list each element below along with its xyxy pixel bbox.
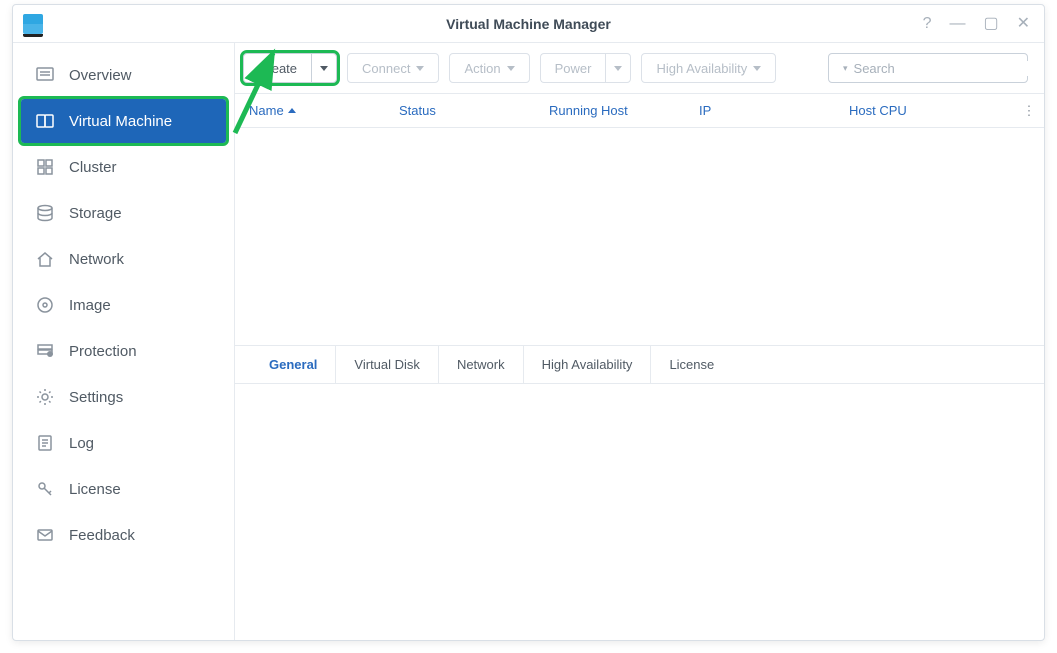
detail-tabs: General Virtual Disk Network High Availa… (235, 346, 1044, 384)
app-icon (23, 14, 43, 34)
tab-general[interactable]: General (251, 346, 336, 383)
sidebar-item-settings[interactable]: Settings (21, 375, 226, 419)
main-pane: Create Connect Action Power High Availab… (235, 43, 1044, 640)
tab-license[interactable]: License (651, 346, 732, 383)
gear-icon (35, 387, 55, 407)
cluster-icon (35, 157, 55, 177)
power-button-label: Power (555, 61, 592, 76)
create-dropdown-button[interactable] (311, 53, 337, 83)
table-header: Name Status Running Host IP Host CPU ⋮ (235, 94, 1044, 128)
sidebar-item-overview[interactable]: Overview (21, 53, 226, 97)
sidebar-item-label: Protection (69, 343, 137, 360)
column-status[interactable]: Status (385, 103, 535, 118)
create-button-label: Create (258, 61, 297, 76)
table-body (235, 128, 1044, 346)
search-menu-caret-icon[interactable]: ▾ (843, 63, 848, 74)
tab-network[interactable]: Network (439, 346, 524, 383)
vm-icon (35, 111, 55, 131)
sidebar-item-label: Virtual Machine (69, 113, 172, 130)
sidebar-item-storage[interactable]: Storage (21, 191, 226, 235)
sidebar-item-label: Feedback (69, 527, 135, 544)
sidebar-item-virtual-machine[interactable]: Virtual Machine (21, 99, 226, 143)
column-options-button[interactable]: ⋮ (1014, 103, 1044, 119)
column-running-host[interactable]: Running Host (535, 103, 685, 118)
detail-pane (235, 384, 1044, 640)
tab-high-availability[interactable]: High Availability (524, 346, 652, 383)
column-name[interactable]: Name (235, 103, 385, 118)
sidebar-item-label: Storage (69, 205, 122, 222)
key-icon (35, 479, 55, 499)
sidebar-item-label: License (69, 481, 121, 498)
create-button[interactable]: Create (243, 53, 311, 83)
protection-icon (35, 341, 55, 361)
log-icon (35, 433, 55, 453)
power-button[interactable]: Power (540, 53, 606, 83)
column-host-cpu[interactable]: Host CPU (835, 103, 1014, 118)
search-box[interactable]: ▾ (828, 53, 1028, 83)
ha-button[interactable]: High Availability (641, 53, 776, 83)
minimize-icon[interactable]: — (949, 16, 965, 32)
toolbar: Create Connect Action Power High Availab… (235, 43, 1044, 94)
chevron-down-icon (614, 66, 622, 71)
sidebar-item-image[interactable]: Image (21, 283, 226, 327)
sidebar-item-feedback[interactable]: Feedback (21, 513, 226, 557)
chevron-down-icon (507, 66, 515, 71)
connect-button[interactable]: Connect (347, 53, 439, 83)
sidebar-item-license[interactable]: License (21, 467, 226, 511)
action-button-label: Action (464, 61, 500, 76)
app-window: Virtual Machine Manager ? — ▢ ✕ Overview… (12, 4, 1045, 641)
sidebar-item-network[interactable]: Network (21, 237, 226, 281)
window-title: Virtual Machine Manager (13, 16, 1044, 32)
overview-icon (35, 65, 55, 85)
feedback-icon (35, 525, 55, 545)
sidebar-item-label: Image (69, 297, 111, 314)
chevron-down-icon (320, 66, 328, 71)
maximize-icon[interactable]: ▢ (983, 16, 998, 32)
power-button-group: Power (540, 53, 632, 83)
close-icon[interactable]: ✕ (1017, 16, 1030, 32)
ha-button-label: High Availability (656, 61, 747, 76)
help-icon[interactable]: ? (923, 16, 932, 32)
column-ip[interactable]: IP (685, 103, 835, 118)
image-icon (35, 295, 55, 315)
tab-virtual-disk[interactable]: Virtual Disk (336, 346, 439, 383)
sidebar: Overview Virtual Machine Cluster Storage (13, 43, 235, 640)
storage-icon (35, 203, 55, 223)
chevron-down-icon (416, 66, 424, 71)
sidebar-item-label: Overview (69, 67, 132, 84)
search-input[interactable] (854, 61, 1030, 76)
sort-asc-icon (288, 108, 296, 113)
power-dropdown-button[interactable] (605, 53, 631, 83)
sidebar-item-log[interactable]: Log (21, 421, 226, 465)
sidebar-item-label: Network (69, 251, 124, 268)
sidebar-item-label: Settings (69, 389, 123, 406)
window-controls: ? — ▢ ✕ (923, 16, 1044, 32)
titlebar: Virtual Machine Manager ? — ▢ ✕ (13, 5, 1044, 43)
sidebar-item-cluster[interactable]: Cluster (21, 145, 226, 189)
chevron-down-icon (753, 66, 761, 71)
sidebar-item-protection[interactable]: Protection (21, 329, 226, 373)
create-button-group: Create (243, 53, 337, 83)
connect-button-label: Connect (362, 61, 410, 76)
action-button[interactable]: Action (449, 53, 529, 83)
body: Overview Virtual Machine Cluster Storage (13, 43, 1044, 640)
network-icon (35, 249, 55, 269)
sidebar-item-label: Cluster (69, 159, 117, 176)
sidebar-item-label: Log (69, 435, 94, 452)
